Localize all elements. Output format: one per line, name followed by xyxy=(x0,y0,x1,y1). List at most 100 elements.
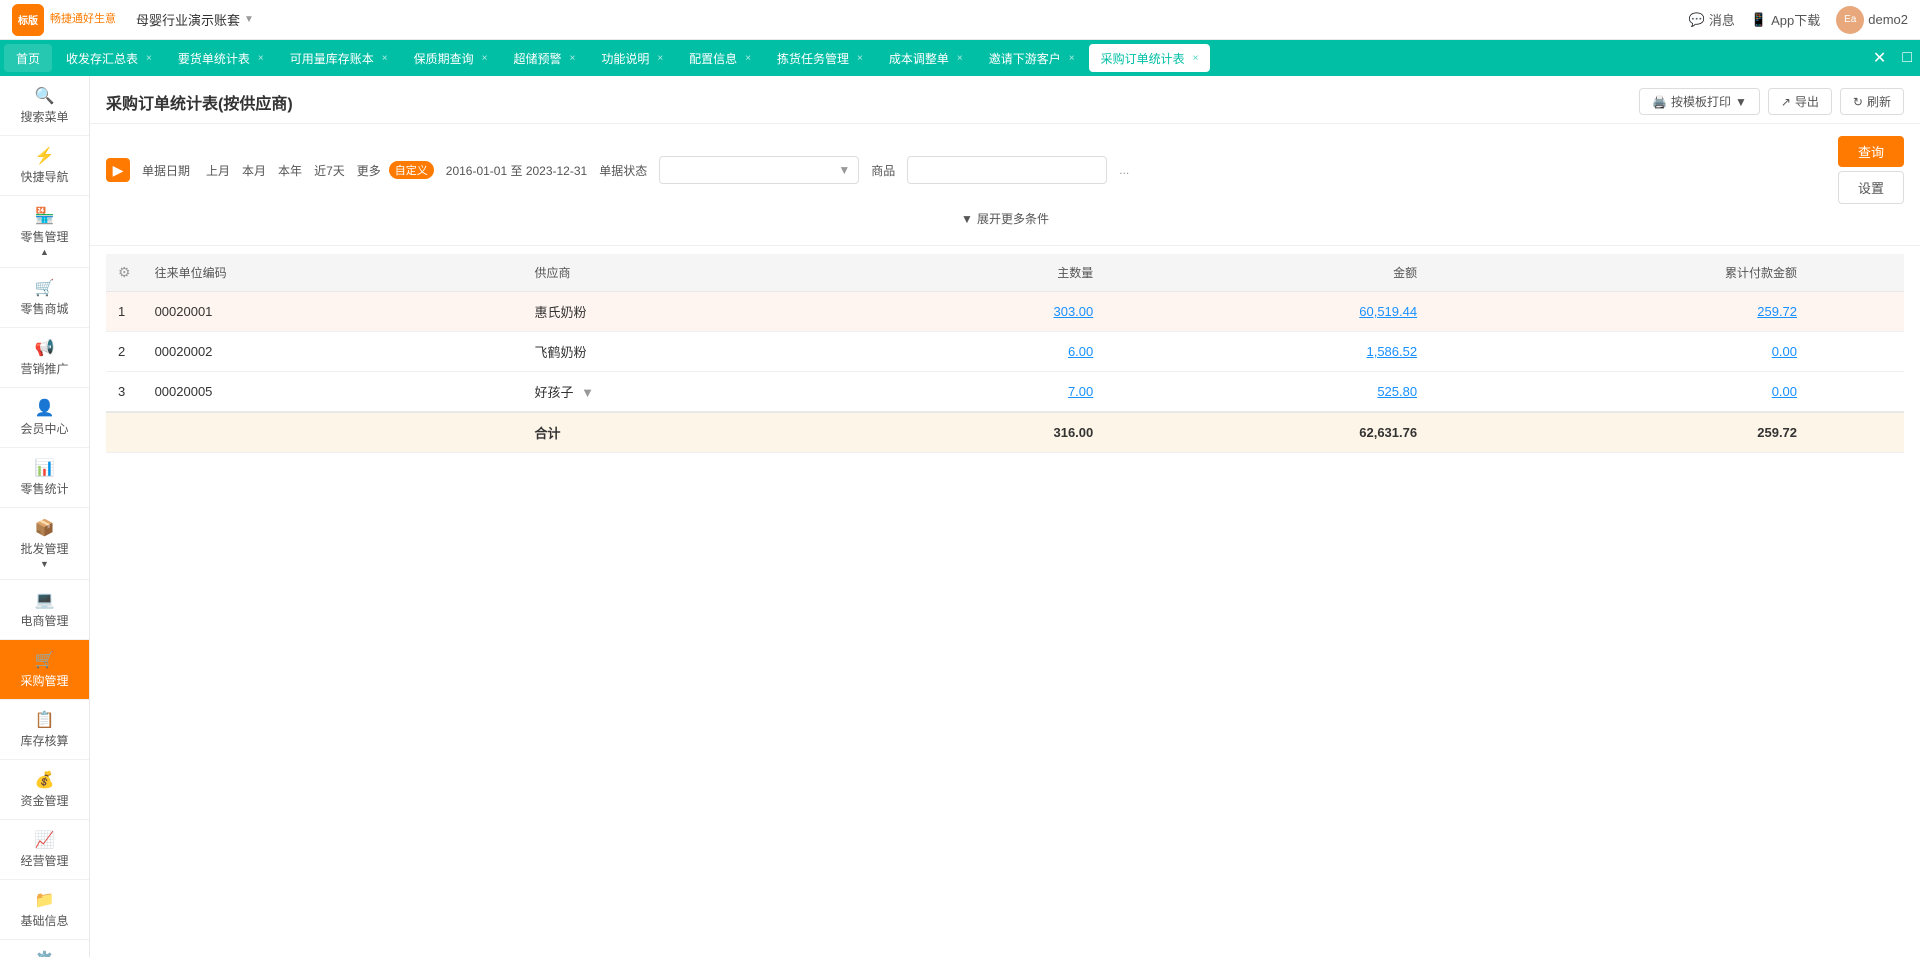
filter-toggle-button[interactable]: ▶ xyxy=(106,158,130,182)
sidebar-item-label: 采购管理 xyxy=(20,672,68,689)
close-tab-button[interactable]: ✕ xyxy=(1869,48,1890,68)
paid-link[interactable]: 0.00 xyxy=(1772,384,1797,399)
export-icon: ↗ xyxy=(1781,95,1791,109)
tab-yaoqing[interactable]: 邀请下游客户 × xyxy=(977,44,1087,72)
tab-peihuorenwu[interactable]: 拣货任务管理 × xyxy=(765,44,875,72)
quantity-link[interactable]: 7.00 xyxy=(1068,384,1093,399)
tab-label: 超储预警 xyxy=(513,50,561,67)
sidebar-item-retail-shop[interactable]: 🛒 零售商城 xyxy=(0,268,89,328)
paid-link[interactable]: 0.00 xyxy=(1772,344,1797,359)
col-extra xyxy=(1809,254,1904,292)
sidebar-item-quicknav[interactable]: ⚡ 快捷导航 xyxy=(0,136,89,196)
sidebar-item-basic[interactable]: 📁 基础信息 xyxy=(0,880,89,940)
table-area: ⚙ 往来单位编码 供应商 主数量 金额 累计付款金额 1 xyxy=(90,254,1920,469)
sidebar-item-ecom[interactable]: 💻 电商管理 xyxy=(0,580,89,640)
amount-link[interactable]: 1,586.52 xyxy=(1366,344,1417,359)
chevron-down-icon: ▼ xyxy=(244,14,254,25)
row-unit-code: 00020002 xyxy=(143,332,523,372)
tab-label: 拣货任务管理 xyxy=(777,50,849,67)
maximize-button[interactable]: □ xyxy=(1898,49,1916,67)
printer-icon: 🖨️ xyxy=(1652,95,1667,109)
tab-close-icon[interactable]: × xyxy=(569,53,575,64)
query-button[interactable]: 查询 xyxy=(1838,136,1904,167)
row-extra xyxy=(1809,372,1904,413)
top-bar-left: 标版 畅捷通好生意 母婴行业演示账套 ▼ xyxy=(12,4,254,36)
table-settings-icon[interactable]: ⚙ xyxy=(118,264,131,280)
tab-chaochuyujing[interactable]: 超储预警 × xyxy=(501,44,587,72)
settings-button[interactable]: 设置 xyxy=(1838,171,1904,204)
app-download-button[interactable]: 📱 App下载 xyxy=(1751,10,1820,29)
tab-label: 功能说明 xyxy=(601,50,649,67)
more-options-button[interactable]: ... xyxy=(1119,163,1129,177)
tab-close-icon[interactable]: × xyxy=(146,53,152,64)
custom-badge: 自定义 xyxy=(389,161,434,179)
table-row: 3 00020005 好孩子 ▼ 7.00 525.80 xyxy=(106,372,1904,413)
row-index: 1 xyxy=(106,292,143,332)
row-index: 2 xyxy=(106,332,143,372)
download-icon: 📱 xyxy=(1751,12,1767,28)
tab-close-icon[interactable]: × xyxy=(1193,53,1199,64)
status-select[interactable]: ▼ xyxy=(659,156,859,184)
summary-empty xyxy=(143,412,523,453)
sidebar-item-ops[interactable]: 📈 经营管理 xyxy=(0,820,89,880)
tab-close-icon[interactable]: × xyxy=(657,53,663,64)
sidebar-item-search[interactable]: 🔍 搜索菜单 xyxy=(0,76,89,136)
sidebar-item-label: 营销推广 xyxy=(20,360,68,377)
tab-close-icon[interactable]: × xyxy=(382,53,388,64)
shortcut-7days[interactable]: 近7天 xyxy=(310,161,349,180)
filter-actions: 查询 设置 xyxy=(1838,136,1904,204)
tab-close-icon[interactable]: × xyxy=(857,53,863,64)
goods-input[interactable] xyxy=(907,156,1107,184)
tab-home[interactable]: 首页 xyxy=(4,44,52,72)
tab-gongneng[interactable]: 功能说明 × xyxy=(589,44,675,72)
sidebar-item-marketing[interactable]: 📢 营销推广 xyxy=(0,328,89,388)
expand-more-button[interactable]: ▼ 展开更多条件 xyxy=(106,204,1904,233)
message-button[interactable]: 💬 消息 xyxy=(1689,10,1735,29)
user-profile[interactable]: Ea demo2 xyxy=(1836,6,1908,34)
col-supplier: 供应商 xyxy=(522,254,852,292)
tab-label: 采购订单统计表 xyxy=(1101,50,1185,67)
print-button[interactable]: 🖨️ 按模板打印 ▼ xyxy=(1639,88,1760,115)
export-button[interactable]: ↗ 导出 xyxy=(1768,88,1832,115)
shortcut-last-month[interactable]: 上月 xyxy=(202,161,234,180)
shortcut-this-year[interactable]: 本年 xyxy=(274,161,306,180)
org-selector[interactable]: 母婴行业演示账套 ▼ xyxy=(136,10,254,29)
tab-baozhiqi[interactable]: 保质期查询 × xyxy=(402,44,500,72)
tab-keyongliang[interactable]: 可用量库存账本 × xyxy=(278,44,400,72)
nav-tabs: 首页 收发存汇总表 × 要货单统计表 × 可用量库存账本 × 保质期查询 × 超… xyxy=(0,40,1920,76)
sidebar-item-purchase[interactable]: 🛒 采购管理 xyxy=(0,640,89,700)
amount-link[interactable]: 60,519.44 xyxy=(1359,304,1417,319)
laptop-icon: 💻 xyxy=(35,590,55,610)
sidebar-item-wholesale[interactable]: 📦 批发管理 ▼ xyxy=(0,508,89,580)
page-container: 采购订单统计表(按供应商) 🖨️ 按模板打印 ▼ ↗ 导出 ↻ 刷新 xyxy=(90,76,1920,957)
sidebar-item-retail-stat[interactable]: 📊 零售统计 xyxy=(0,448,89,508)
sidebar-item-label: 库存核算 xyxy=(20,732,68,749)
sidebar-item-inventory[interactable]: 📋 库存核算 xyxy=(0,700,89,760)
tab-label: 成本调整单 xyxy=(889,50,949,67)
tab-peizhi[interactable]: 配置信息 × xyxy=(677,44,763,72)
chevron-up-icon: ▲ xyxy=(40,247,49,257)
sidebar-item-finance[interactable]: 💰 资金管理 xyxy=(0,760,89,820)
sidebar-item-label: 零售管理 xyxy=(20,228,68,245)
tab-close-icon[interactable]: × xyxy=(957,53,963,64)
tab-close-icon[interactable]: × xyxy=(482,53,488,64)
paid-link[interactable]: 259.72 xyxy=(1757,304,1797,319)
amount-link[interactable]: 525.80 xyxy=(1377,384,1417,399)
refresh-button[interactable]: ↻ 刷新 xyxy=(1840,88,1904,115)
shortcut-this-month[interactable]: 本月 xyxy=(238,161,270,180)
tab-caigoutongjibiao[interactable]: 采购订单统计表 × xyxy=(1089,44,1211,72)
tab-yaohuodantongjibiao[interactable]: 要货单统计表 × xyxy=(166,44,276,72)
row-extra xyxy=(1809,292,1904,332)
row-extra xyxy=(1809,332,1904,372)
tab-close-icon[interactable]: × xyxy=(258,53,264,64)
sidebar-item-sys[interactable]: ⚙️ 系统管理 xyxy=(0,940,89,957)
quantity-link[interactable]: 6.00 xyxy=(1068,344,1093,359)
quantity-link[interactable]: 303.00 xyxy=(1053,304,1093,319)
sidebar-item-retail[interactable]: 🏪 零售管理 ▲ xyxy=(0,196,89,268)
shortcut-more[interactable]: 更多 xyxy=(353,161,385,180)
tab-close-icon[interactable]: × xyxy=(1069,53,1075,64)
sidebar-item-member[interactable]: 👤 会员中心 xyxy=(0,388,89,448)
tab-close-icon[interactable]: × xyxy=(745,53,751,64)
tab-chengben[interactable]: 成本调整单 × xyxy=(877,44,975,72)
tab-shoufahuizonghebiao[interactable]: 收发存汇总表 × xyxy=(54,44,164,72)
